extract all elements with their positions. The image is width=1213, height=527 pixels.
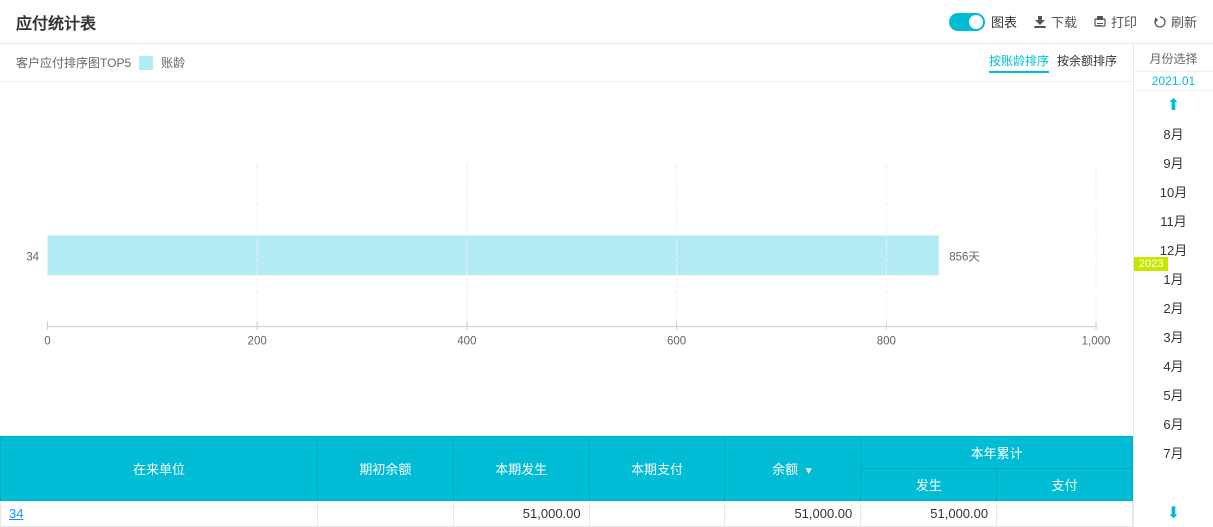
cell-unit: 34 — [1, 501, 318, 527]
chart-legend: 客户应付排序图TOP5 账龄 — [16, 54, 185, 71]
sidebar-month-2[interactable]: 2月 — [1134, 293, 1213, 322]
cell-period-occur: 51,000.00 — [453, 501, 589, 527]
download-button[interactable]: 下载 — [1033, 12, 1077, 31]
bar-y-label: 34 — [26, 252, 39, 264]
refresh-label: 刷新 — [1171, 12, 1197, 31]
print-label: 打印 — [1111, 12, 1137, 31]
bar-chart-svg: 34 856天 0 200 400 600 800 1, — [16, 92, 1117, 425]
refresh-button[interactable]: 刷新 — [1153, 12, 1197, 31]
download-icon — [1033, 15, 1047, 29]
chart-toggle[interactable] — [949, 13, 985, 31]
sidebar-month-10[interactable]: 10月 — [1134, 177, 1213, 206]
header-actions: 图表 下载 打印 刷新 — [949, 12, 1197, 31]
sidebar-down-arrow[interactable]: ⬇ — [1134, 499, 1213, 527]
sidebar-month-3[interactable]: 3月 — [1134, 322, 1213, 351]
sidebar-collapse-button[interactable]: ▶ — [1133, 266, 1134, 306]
chart-toolbar: 客户应付排序图TOP5 账龄 按账龄排序 按余额排序 — [0, 44, 1133, 82]
col-header-opening: 期初余额 — [317, 437, 453, 501]
sidebar-title: 月份选择 — [1134, 44, 1213, 72]
bar-end-label: 856天 — [949, 252, 980, 264]
sort-buttons: 按账龄排序 按余额排序 — [989, 52, 1117, 73]
sidebar-month-7[interactable]: 7月 — [1134, 438, 1213, 467]
legend-box — [139, 56, 153, 70]
unit-link[interactable]: 34 — [9, 506, 23, 521]
svg-text:800: 800 — [877, 335, 896, 347]
main-content: 客户应付排序图TOP5 账龄 按账龄排序 按余额排序 34 856天 — [0, 44, 1213, 527]
sidebar-month-8[interactable]: 8月 — [1134, 119, 1213, 148]
month-sidebar: ▶ 月份选择 2021.01 ⬆ 8月 9月 10月 11月 12月 2023 … — [1133, 44, 1213, 527]
col-header-balance: 余额 ▼ — [725, 437, 861, 501]
chart-container: 34 856天 0 200 400 600 800 1, — [0, 82, 1133, 435]
col-header-unit: 在来单位 — [1, 437, 318, 501]
sidebar-month-5[interactable]: 5月 — [1134, 380, 1213, 409]
sidebar-month-4[interactable]: 4月 — [1134, 351, 1213, 380]
col-header-ytd-occur: 发生 — [861, 469, 997, 501]
page-title: 应付统计表 — [16, 10, 96, 34]
cell-period-pay — [589, 501, 725, 527]
summary-table: 在来单位 期初余额 本期发生 本期支付 余额 ▼ 本年累计 发生 支付 — [0, 436, 1133, 527]
col-header-period-pay: 本期支付 — [589, 437, 725, 501]
print-button[interactable]: 打印 — [1093, 12, 1137, 31]
cell-opening — [317, 501, 453, 527]
cell-balance: 51,000.00 — [725, 501, 861, 527]
year-badge: 2023 — [1134, 257, 1168, 271]
sidebar-months-list: 8月 9月 10月 11月 12月 2023 1月 2月 3月 4月 5月 6月… — [1134, 119, 1213, 499]
sidebar-month-11[interactable]: 11月 — [1134, 206, 1213, 235]
toggle-label: 图表 — [991, 12, 1017, 31]
sidebar-month-6[interactable]: 6月 — [1134, 409, 1213, 438]
sidebar-up-arrow[interactable]: ⬆ — [1134, 91, 1213, 119]
svg-text:200: 200 — [248, 335, 267, 347]
col-header-period-occur: 本期发生 — [453, 437, 589, 501]
summary-table-area: 在来单位 期初余额 本期发生 本期支付 余额 ▼ 本年累计 发生 支付 — [0, 435, 1133, 527]
legend-box-label: 账龄 — [161, 54, 185, 71]
page-header: 应付统计表 图表 下载 打印 刷新 — [0, 0, 1213, 44]
col-header-ytd-pay: 支付 — [997, 469, 1133, 501]
sort-by-amount-button[interactable]: 按账龄排序 — [989, 52, 1049, 73]
table-row: 34 51,000.00 51,000.00 51,000.00 — [1, 501, 1133, 527]
col-header-ytd-group: 本年累计 — [861, 437, 1133, 469]
sort-by-balance-button[interactable]: 按余额排序 — [1057, 52, 1117, 73]
cell-ytd-occur: 51,000.00 — [861, 501, 997, 527]
print-icon — [1093, 15, 1107, 29]
chart-and-table-area: 客户应付排序图TOP5 账龄 按账龄排序 按余额排序 34 856天 — [0, 44, 1133, 527]
sidebar-month-9[interactable]: 9月 — [1134, 148, 1213, 177]
legend-text: 客户应付排序图TOP5 — [16, 54, 131, 71]
svg-text:600: 600 — [667, 335, 686, 347]
download-label: 下载 — [1051, 12, 1077, 31]
refresh-icon — [1153, 15, 1167, 29]
bar-rect — [47, 235, 938, 275]
sidebar-current-date[interactable]: 2021.01 — [1134, 72, 1213, 91]
svg-text:1,000: 1,000 — [1082, 335, 1111, 347]
chart-toggle-wrap[interactable]: 图表 — [949, 12, 1017, 31]
cell-ytd-pay — [997, 501, 1133, 527]
svg-text:400: 400 — [457, 335, 476, 347]
svg-text:0: 0 — [44, 335, 50, 347]
